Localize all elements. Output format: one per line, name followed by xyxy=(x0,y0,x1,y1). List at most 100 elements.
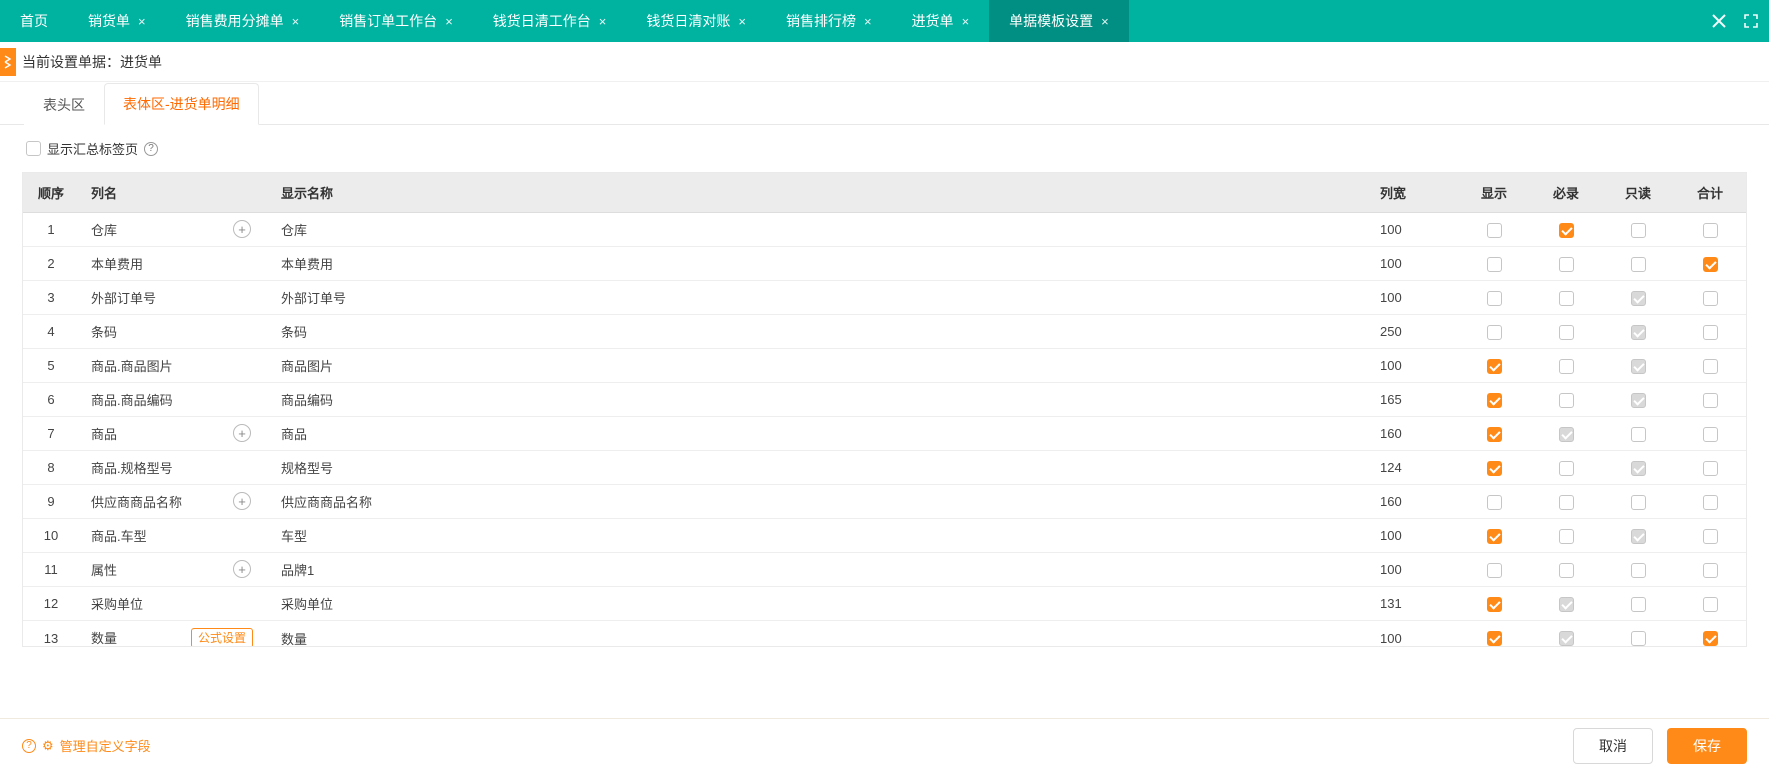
tab-close-icon[interactable]: × xyxy=(962,14,970,29)
required-checkbox[interactable] xyxy=(1559,495,1574,510)
top-tab[interactable]: 销售订单工作台× xyxy=(319,0,473,42)
show-checkbox[interactable] xyxy=(1487,495,1502,510)
cell-width[interactable]: 100 xyxy=(1368,621,1458,647)
cell-display-name[interactable]: 外部订单号 xyxy=(269,281,1368,315)
total-checkbox[interactable] xyxy=(1703,393,1718,408)
cell-width[interactable]: 100 xyxy=(1368,281,1458,315)
total-checkbox[interactable] xyxy=(1703,563,1718,578)
required-checkbox[interactable] xyxy=(1559,325,1574,340)
show-checkbox[interactable] xyxy=(1487,529,1502,544)
total-checkbox[interactable] xyxy=(1703,529,1718,544)
save-button[interactable]: 保存 xyxy=(1667,728,1747,764)
top-tab[interactable]: 钱货日清工作台× xyxy=(473,0,627,42)
required-checkbox[interactable] xyxy=(1559,393,1574,408)
show-summary-checkbox[interactable] xyxy=(26,141,41,156)
section-tab[interactable]: 表体区-进货单明细 xyxy=(104,83,259,125)
top-tab[interactable]: 销货单× xyxy=(68,0,166,42)
show-checkbox[interactable] xyxy=(1487,223,1502,238)
cell-display-name[interactable]: 仓库 xyxy=(269,213,1368,247)
cell-width[interactable]: 100 xyxy=(1368,519,1458,553)
show-checkbox[interactable] xyxy=(1487,461,1502,476)
required-checkbox[interactable] xyxy=(1559,223,1574,238)
show-checkbox[interactable] xyxy=(1487,325,1502,340)
total-checkbox[interactable] xyxy=(1703,427,1718,442)
total-checkbox[interactable] xyxy=(1703,291,1718,306)
show-checkbox[interactable] xyxy=(1487,393,1502,408)
cell-display-name[interactable]: 商品图片 xyxy=(269,349,1368,383)
fullscreen-icon[interactable] xyxy=(1743,13,1759,29)
readonly-checkbox[interactable] xyxy=(1631,631,1646,646)
cell-display-name[interactable]: 规格型号 xyxy=(269,451,1368,485)
readonly-checkbox[interactable] xyxy=(1631,563,1646,578)
section-tab[interactable]: 表头区 xyxy=(24,84,104,125)
close-all-tabs-icon[interactable] xyxy=(1711,13,1727,29)
cell-width[interactable]: 100 xyxy=(1368,247,1458,281)
tab-close-icon[interactable]: × xyxy=(864,14,872,29)
total-checkbox[interactable] xyxy=(1703,359,1718,374)
formula-settings-button[interactable]: 公式设置 xyxy=(191,628,253,646)
readonly-checkbox[interactable] xyxy=(1631,257,1646,272)
show-checkbox[interactable] xyxy=(1487,359,1502,374)
cell-width[interactable]: 100 xyxy=(1368,553,1458,587)
readonly-checkbox[interactable] xyxy=(1631,597,1646,612)
cancel-button[interactable]: 取消 xyxy=(1573,728,1653,764)
top-tab[interactable]: 销售费用分摊单× xyxy=(166,0,320,42)
cell-width[interactable]: 124 xyxy=(1368,451,1458,485)
required-checkbox[interactable] xyxy=(1559,291,1574,306)
add-column-icon[interactable]: + xyxy=(233,424,251,442)
add-column-icon[interactable]: + xyxy=(233,560,251,578)
tab-close-icon[interactable]: × xyxy=(1101,14,1109,29)
cell-display-name[interactable]: 本单费用 xyxy=(269,247,1368,281)
tab-close-icon[interactable]: × xyxy=(138,14,146,29)
show-checkbox[interactable] xyxy=(1487,631,1502,646)
total-checkbox[interactable] xyxy=(1703,223,1718,238)
cell-display-name[interactable]: 采购单位 xyxy=(269,587,1368,621)
cell-width[interactable]: 100 xyxy=(1368,213,1458,247)
top-tab[interactable]: 销售排行榜× xyxy=(766,0,892,42)
show-checkbox[interactable] xyxy=(1487,563,1502,578)
cell-display-name[interactable]: 车型 xyxy=(269,519,1368,553)
total-checkbox[interactable] xyxy=(1703,461,1718,476)
show-checkbox[interactable] xyxy=(1487,597,1502,612)
tab-close-icon[interactable]: × xyxy=(738,14,746,29)
show-checkbox[interactable] xyxy=(1487,291,1502,306)
required-checkbox[interactable] xyxy=(1559,461,1574,476)
readonly-checkbox[interactable] xyxy=(1631,495,1646,510)
show-checkbox[interactable] xyxy=(1487,427,1502,442)
top-tab[interactable]: 首页 xyxy=(0,0,68,42)
cell-display-name[interactable]: 数量 xyxy=(269,621,1368,647)
cell-width[interactable]: 100 xyxy=(1368,349,1458,383)
cell-width[interactable]: 131 xyxy=(1368,587,1458,621)
expand-sidebar-button[interactable] xyxy=(0,48,16,76)
cell-width[interactable]: 250 xyxy=(1368,315,1458,349)
cell-display-name[interactable]: 条码 xyxy=(269,315,1368,349)
cell-display-name[interactable]: 供应商商品名称 xyxy=(269,485,1368,519)
cell-display-name[interactable]: 品牌1 xyxy=(269,553,1368,587)
total-checkbox[interactable] xyxy=(1703,631,1718,646)
required-checkbox[interactable] xyxy=(1559,563,1574,578)
cell-display-name[interactable]: 商品 xyxy=(269,417,1368,451)
cell-width[interactable]: 165 xyxy=(1368,383,1458,417)
tab-close-icon[interactable]: × xyxy=(292,14,300,29)
add-column-icon[interactable]: + xyxy=(233,492,251,510)
add-column-icon[interactable]: + xyxy=(233,220,251,238)
readonly-checkbox[interactable] xyxy=(1631,427,1646,442)
total-checkbox[interactable] xyxy=(1703,325,1718,340)
tab-close-icon[interactable]: × xyxy=(599,14,607,29)
required-checkbox[interactable] xyxy=(1559,529,1574,544)
manage-custom-fields-link[interactable]: ? ⚙ 管理自定义字段 xyxy=(22,736,151,755)
top-tab[interactable]: 钱货日清对账× xyxy=(626,0,766,42)
required-checkbox[interactable] xyxy=(1559,359,1574,374)
summary-help-icon[interactable]: ? xyxy=(144,142,158,156)
top-tab[interactable]: 单据模板设置× xyxy=(989,0,1129,42)
cell-display-name[interactable]: 商品编码 xyxy=(269,383,1368,417)
cell-width[interactable]: 160 xyxy=(1368,417,1458,451)
total-checkbox[interactable] xyxy=(1703,257,1718,272)
show-checkbox[interactable] xyxy=(1487,257,1502,272)
required-checkbox[interactable] xyxy=(1559,257,1574,272)
tab-close-icon[interactable]: × xyxy=(445,14,453,29)
top-tab[interactable]: 进货单× xyxy=(892,0,990,42)
cell-width[interactable]: 160 xyxy=(1368,485,1458,519)
total-checkbox[interactable] xyxy=(1703,597,1718,612)
readonly-checkbox[interactable] xyxy=(1631,223,1646,238)
